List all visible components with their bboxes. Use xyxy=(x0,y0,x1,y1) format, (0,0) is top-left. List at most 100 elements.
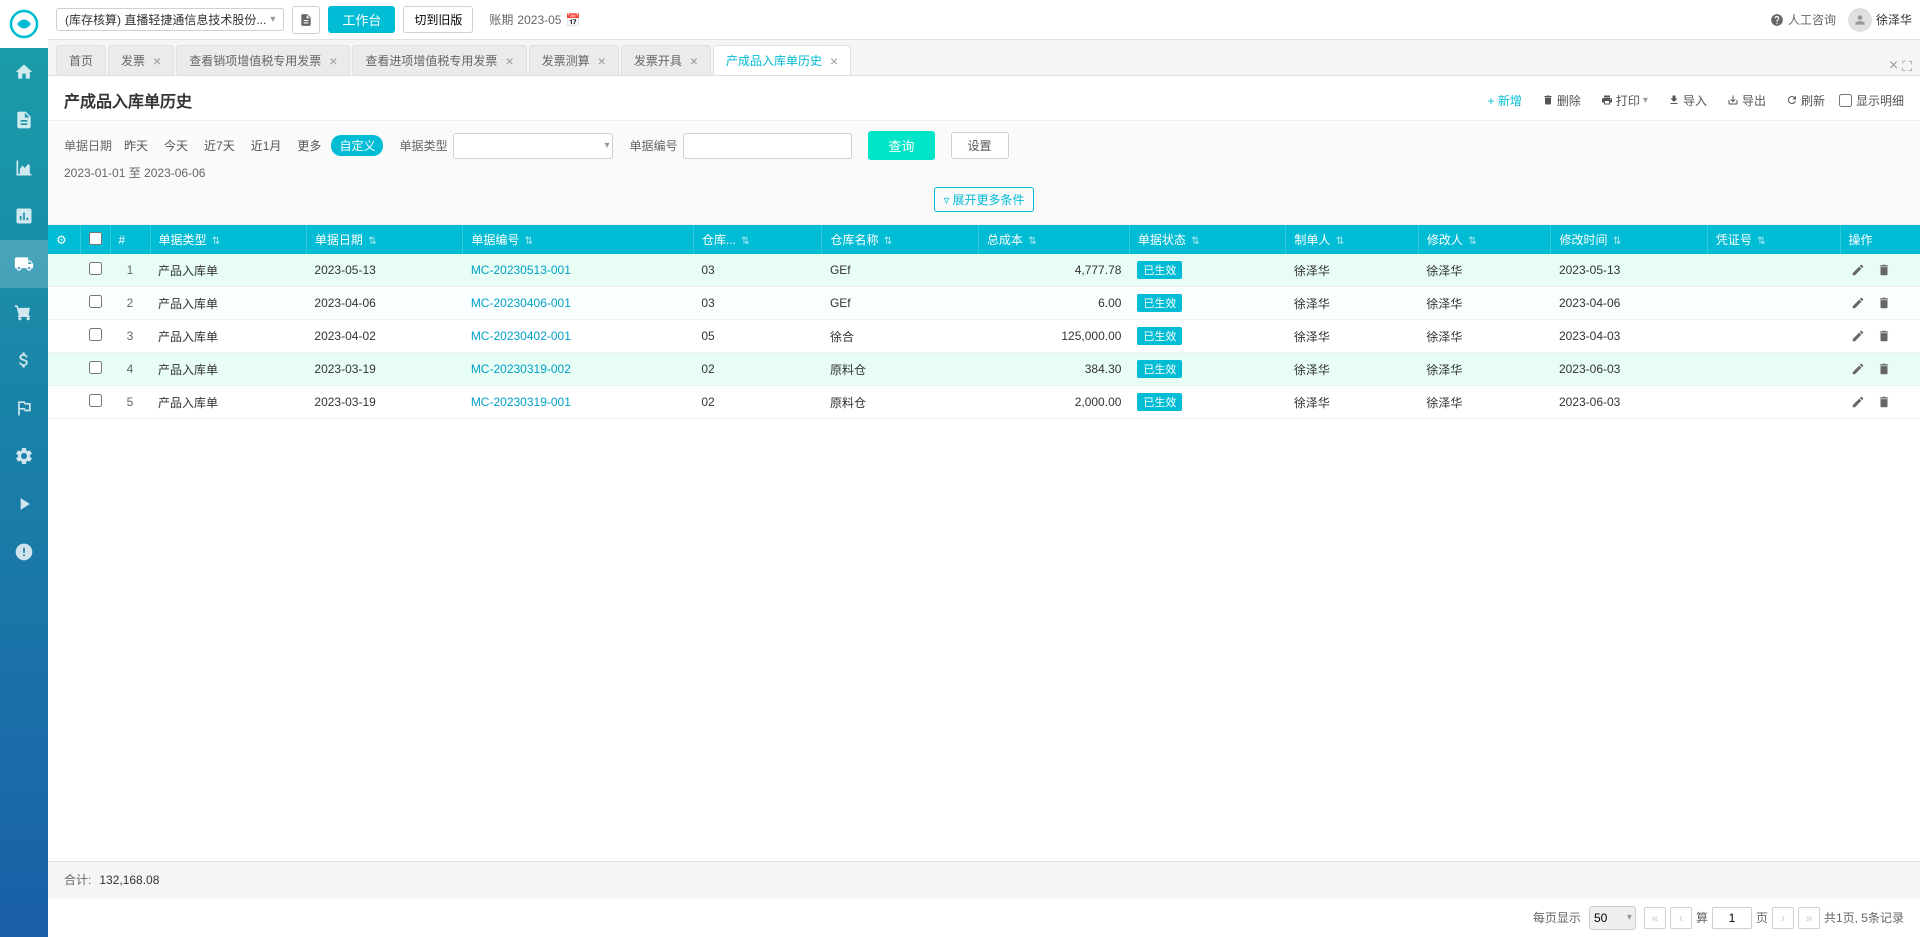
tab-view-sales-vat[interactable]: 查看销项增值税专用发票 × xyxy=(176,45,350,75)
cell-warehouse-code-3: 02 xyxy=(693,353,822,386)
th-warehouse-name[interactable]: 仓库名称 ⇅ xyxy=(822,225,978,254)
cell-checkbox-0[interactable] xyxy=(80,254,110,287)
th-doc-status[interactable]: 单据状态 ⇅ xyxy=(1129,225,1285,254)
user-menu[interactable]: 徐泽华 xyxy=(1848,8,1912,32)
th-warehouse-code[interactable]: 仓库... ⇅ xyxy=(693,225,822,254)
cell-doc-no-4[interactable]: MC-20230319-001 xyxy=(463,386,694,419)
tab-invoice-calc[interactable]: 发票测算 × xyxy=(529,45,619,75)
refresh-button[interactable]: 刷新 xyxy=(1780,89,1831,112)
th-creator-label: 制单人 xyxy=(1294,233,1330,247)
page-input[interactable] xyxy=(1712,907,1752,929)
tab-view-purchase-vat-close[interactable]: × xyxy=(505,54,513,68)
edit-icon-2[interactable] xyxy=(1848,326,1868,346)
sidebar-item-home[interactable] xyxy=(0,48,48,96)
company-selector[interactable]: (库存核算) 直播轻捷通信息技术股份... ▾ xyxy=(56,8,284,31)
cell-checkbox-2[interactable] xyxy=(80,320,110,353)
cell-warehouse-name-4: 原料仓 xyxy=(822,386,978,419)
sidebar-item-invoice[interactable] xyxy=(0,96,48,144)
cell-checkbox-4[interactable] xyxy=(80,386,110,419)
cell-doc-no-1[interactable]: MC-20230406-001 xyxy=(463,287,694,320)
quick-yesterday[interactable]: 昨天 xyxy=(118,135,154,156)
workbench-button[interactable]: 工作台 xyxy=(328,6,395,33)
sidebar-item-tax[interactable] xyxy=(0,384,48,432)
sidebar-item-warehouse[interactable] xyxy=(0,240,48,288)
cell-modify-time-2: 2023-04-03 xyxy=(1551,320,1707,353)
tab-view-sales-vat-close[interactable]: × xyxy=(329,54,337,68)
tab-product-inbound[interactable]: 产成品入库单历史 × xyxy=(713,45,851,75)
th-doc-type[interactable]: 单据类型 ⇅ xyxy=(150,225,306,254)
th-modifier[interactable]: 修改人 ⇅ xyxy=(1418,225,1551,254)
sidebar-item-chart[interactable] xyxy=(0,144,48,192)
set-button[interactable]: 设置 xyxy=(951,132,1009,159)
quick-today[interactable]: 今天 xyxy=(158,135,194,156)
th-doc-date[interactable]: 单据日期 ⇅ xyxy=(306,225,462,254)
tab-home[interactable]: 首页 xyxy=(56,45,106,75)
quick-custom[interactable]: 自定义 xyxy=(331,135,383,156)
th-checkbox[interactable] xyxy=(80,225,110,254)
delete-icon-1[interactable] xyxy=(1874,293,1894,313)
delete-icon-2[interactable] xyxy=(1874,326,1894,346)
export-label: 导出 xyxy=(1742,92,1766,109)
sidebar-item-gear[interactable] xyxy=(0,432,48,480)
tab-invoice[interactable]: 发票 × xyxy=(108,45,174,75)
service-button[interactable]: 人工咨询 xyxy=(1770,11,1836,28)
th-doc-no[interactable]: 单据编号 ⇅ xyxy=(463,225,694,254)
th-total-cost[interactable]: 总成本 ⇅ xyxy=(978,225,1129,254)
tab-product-inbound-close[interactable]: × xyxy=(830,54,838,68)
table-container: ⚙ # 单据类型 ⇅ xyxy=(48,225,1920,861)
page-size-select[interactable]: 20 50 100 xyxy=(1589,906,1636,930)
th-voucher-no[interactable]: 凭证号 ⇅ xyxy=(1707,225,1840,254)
th-creator[interactable]: 制单人 ⇅ xyxy=(1286,225,1419,254)
edit-icon-3[interactable] xyxy=(1848,359,1868,379)
delete-icon-0[interactable] xyxy=(1874,260,1894,280)
doc-type-select[interactable] xyxy=(453,133,613,159)
export-button[interactable]: 导出 xyxy=(1721,89,1772,112)
th-settings[interactable]: ⚙ xyxy=(48,225,80,254)
last-page-button[interactable]: » xyxy=(1798,907,1820,929)
print-button[interactable]: 打印 ▾ xyxy=(1595,89,1654,112)
cell-doc-type-2: 产品入库单 xyxy=(150,320,306,353)
sidebar-item-analytics[interactable] xyxy=(0,192,48,240)
th-modify-time[interactable]: 修改时间 ⇅ xyxy=(1551,225,1707,254)
expand-filter-button[interactable]: ▿ 展开更多条件 xyxy=(934,187,1033,212)
tab-invoice-open[interactable]: 发票开具 × xyxy=(621,45,711,75)
cell-checkbox-1[interactable] xyxy=(80,287,110,320)
tab-view-purchase-vat[interactable]: 查看进项增值税专用发票 × xyxy=(352,45,526,75)
old-version-button[interactable]: 切到旧版 xyxy=(403,6,473,33)
calendar-icon[interactable]: 📅 xyxy=(565,13,580,27)
prev-page-button[interactable]: ‹ xyxy=(1670,907,1692,929)
delete-button[interactable]: 删除 xyxy=(1536,89,1587,112)
header-actions: + 新增 删除 打印 ▾ 导入 xyxy=(1482,89,1904,112)
sidebar-item-play[interactable] xyxy=(0,480,48,528)
select-all-checkbox[interactable] xyxy=(89,232,102,245)
doc-icon-btn[interactable] xyxy=(292,6,320,34)
sidebar-item-version[interactable] xyxy=(0,528,48,576)
cell-doc-no-0[interactable]: MC-20230513-001 xyxy=(463,254,694,287)
quick-7days[interactable]: 近7天 xyxy=(198,135,241,156)
tab-invoice-close[interactable]: × xyxy=(153,54,161,68)
cell-checkbox-3[interactable] xyxy=(80,353,110,386)
next-page-button[interactable]: › xyxy=(1772,907,1794,929)
sidebar-item-finance[interactable] xyxy=(0,336,48,384)
cell-doc-no-3[interactable]: MC-20230319-002 xyxy=(463,353,694,386)
edit-icon-1[interactable] xyxy=(1848,293,1868,313)
tab-invoice-open-close[interactable]: × xyxy=(690,54,698,68)
delete-icon-3[interactable] xyxy=(1874,359,1894,379)
tab-close-all[interactable]: × xyxy=(1889,57,1898,75)
edit-icon-0[interactable] xyxy=(1848,260,1868,280)
tab-expand[interactable]: ⛶ xyxy=(1902,58,1912,75)
sidebar-item-purchase[interactable] xyxy=(0,288,48,336)
doc-no-input[interactable] xyxy=(683,133,852,159)
quick-1month[interactable]: 近1月 xyxy=(245,135,288,156)
query-button[interactable]: 查询 xyxy=(868,131,934,160)
new-button[interactable]: + 新增 xyxy=(1482,89,1528,112)
edit-icon-4[interactable] xyxy=(1848,392,1868,412)
quick-more[interactable]: 更多 xyxy=(291,135,327,156)
import-button[interactable]: 导入 xyxy=(1662,89,1713,112)
first-page-button[interactable]: « xyxy=(1644,907,1666,929)
cell-doc-no-2[interactable]: MC-20230402-001 xyxy=(463,320,694,353)
show-detail-checkbox[interactable] xyxy=(1839,94,1852,107)
tab-invoice-calc-close[interactable]: × xyxy=(598,54,606,68)
delete-icon-4[interactable] xyxy=(1874,392,1894,412)
show-detail-toggle[interactable]: 显示明细 xyxy=(1839,92,1904,109)
